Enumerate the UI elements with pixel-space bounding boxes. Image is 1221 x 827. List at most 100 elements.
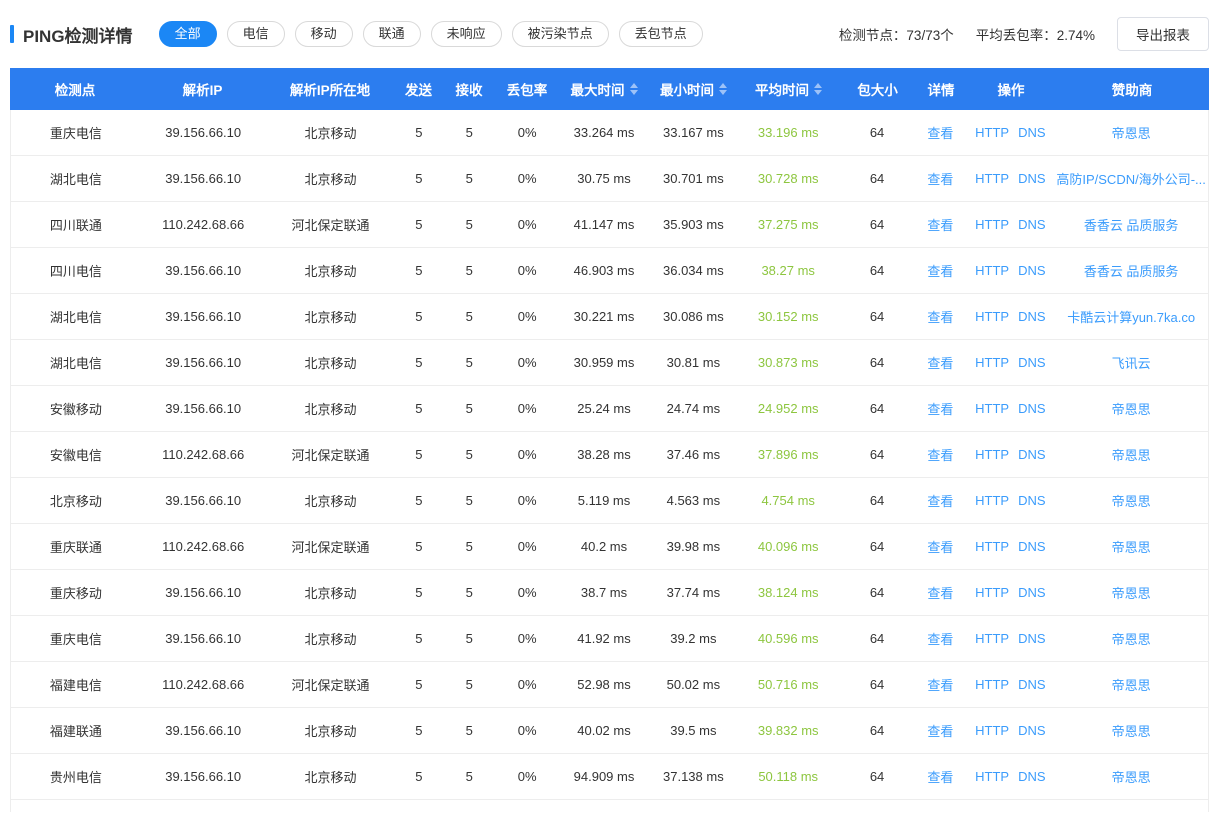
sponsor-link[interactable]: 香香云 品质服务 <box>1084 218 1179 233</box>
sponsor-cell: 帝恩思 <box>1054 445 1208 464</box>
dns-link[interactable]: DNS <box>1018 125 1045 140</box>
dns-link[interactable]: DNS <box>1018 447 1045 462</box>
http-link[interactable]: HTTP <box>975 447 1009 462</box>
sponsor-cell: 帝恩思 <box>1054 629 1208 648</box>
http-link[interactable]: HTTP <box>975 171 1009 186</box>
http-link[interactable]: HTTP <box>975 217 1009 232</box>
view-detail-link[interactable]: 查看 <box>927 770 953 785</box>
sort-up-arrow-icon <box>719 83 727 88</box>
filter-pill[interactable]: 移动 <box>294 21 353 47</box>
http-link[interactable]: HTTP <box>975 539 1009 554</box>
ip-cell: 110.242.68.66 <box>162 217 245 232</box>
min-time-cell: 24.74 ms <box>666 401 721 416</box>
filter-pill[interactable]: 全部 <box>158 21 217 47</box>
loss-rate-cell: 0% <box>517 401 537 416</box>
http-link[interactable]: HTTP <box>975 355 1009 370</box>
packet-size-cell: 64 <box>869 447 885 462</box>
node-cell: 重庆电信 <box>49 126 102 141</box>
http-link[interactable]: HTTP <box>975 125 1009 140</box>
dns-link[interactable]: DNS <box>1018 677 1045 692</box>
http-link[interactable]: HTTP <box>975 723 1009 738</box>
max-time-cell: 38.28 ms <box>577 447 631 462</box>
dns-link[interactable]: DNS <box>1018 171 1045 186</box>
filter-pill[interactable]: 未响应 <box>430 21 502 47</box>
http-link[interactable]: HTTP <box>975 263 1009 278</box>
sponsor-link[interactable]: 香香云 品质服务 <box>1084 264 1179 279</box>
http-link[interactable]: HTTP <box>975 769 1009 784</box>
sent-cell: 5 <box>415 493 423 508</box>
filter-pill[interactable]: 被污染节点 <box>511 21 609 47</box>
loss-rate-cell: 0% <box>517 309 537 324</box>
title-accent-bar <box>10 25 14 43</box>
dns-link[interactable]: DNS <box>1018 769 1045 784</box>
view-detail-link[interactable]: 查看 <box>927 402 953 417</box>
sponsor-link[interactable]: 帝恩思 <box>1112 586 1151 601</box>
column-header[interactable]: 最小时间 <box>650 68 737 110</box>
view-detail-link[interactable]: 查看 <box>927 540 953 555</box>
http-link[interactable]: HTTP <box>975 493 1009 508</box>
max-time-cell: 38.7 ms <box>580 585 628 600</box>
dns-link[interactable]: DNS <box>1018 217 1045 232</box>
dns-link[interactable]: DNS <box>1018 585 1045 600</box>
actions-cell: HTTP DNS <box>966 217 1054 232</box>
filter-pill[interactable]: 联通 <box>362 21 421 47</box>
min-time-cell: 36.034 ms <box>663 263 724 278</box>
sponsor-link[interactable]: 高防IP/SCDN/海外公司-... <box>1056 172 1206 187</box>
export-report-button[interactable]: 导出报表 <box>1117 17 1209 51</box>
avg-time-cell: 30.728 ms <box>757 171 819 186</box>
sponsor-link[interactable]: 帝恩思 <box>1112 126 1151 141</box>
view-detail-link[interactable]: 查看 <box>927 678 953 693</box>
dns-link[interactable]: DNS <box>1018 631 1045 646</box>
min-time-cell: 30.086 ms <box>663 309 724 324</box>
view-detail-link[interactable]: 查看 <box>927 632 953 647</box>
dns-link[interactable]: DNS <box>1018 539 1045 554</box>
sponsor-link[interactable]: 帝恩思 <box>1112 632 1151 647</box>
dns-link[interactable]: DNS <box>1018 723 1045 738</box>
view-detail-link[interactable]: 查看 <box>927 448 953 463</box>
column-header[interactable]: 最大时间 <box>558 68 650 110</box>
http-link[interactable]: HTTP <box>975 401 1009 416</box>
http-link[interactable]: HTTP <box>975 677 1009 692</box>
column-label: 检测点 <box>54 83 96 98</box>
view-detail-link[interactable]: 查看 <box>927 310 953 325</box>
sponsor-link[interactable]: 帝恩思 <box>1112 402 1151 417</box>
sort-icon[interactable] <box>814 83 822 95</box>
http-link[interactable]: HTTP <box>975 631 1009 646</box>
dns-link[interactable]: DNS <box>1018 401 1045 416</box>
view-detail-link[interactable]: 查看 <box>927 218 953 233</box>
http-link[interactable]: HTTP <box>975 309 1009 324</box>
filter-pill[interactable]: 丢包节点 <box>618 21 703 47</box>
sort-icon[interactable] <box>719 83 727 95</box>
column-label: 解析IP <box>182 83 223 98</box>
dns-link[interactable]: DNS <box>1018 263 1045 278</box>
dns-link[interactable]: DNS <box>1018 493 1045 508</box>
sponsor-link[interactable]: 帝恩思 <box>1112 540 1151 555</box>
avg-loss-rate-stat: 平均丢包率：2.74% <box>976 24 1095 44</box>
filter-pill[interactable]: 电信 <box>226 21 285 47</box>
column-label: 解析IP所在地 <box>289 83 371 98</box>
sponsor-link[interactable]: 帝恩思 <box>1112 494 1151 509</box>
view-detail-link[interactable]: 查看 <box>927 494 953 509</box>
sponsor-link[interactable]: 帝恩思 <box>1112 724 1151 739</box>
sort-icon[interactable] <box>629 83 638 95</box>
view-detail-link[interactable]: 查看 <box>927 172 953 187</box>
view-detail-link[interactable]: 查看 <box>927 356 953 371</box>
view-detail-link[interactable]: 查看 <box>927 126 953 141</box>
column-header[interactable]: 平均时间 <box>737 68 840 110</box>
packet-size-cell: 64 <box>869 723 885 738</box>
loss-rate-cell: 0% <box>517 631 537 646</box>
packet-size-cell: 64 <box>869 355 885 370</box>
view-detail-link[interactable]: 查看 <box>927 724 953 739</box>
sponsor-link[interactable]: 帝恩思 <box>1112 448 1151 463</box>
dns-link[interactable]: DNS <box>1018 309 1045 324</box>
sponsor-link[interactable]: 飞讯云 <box>1112 356 1151 371</box>
http-link[interactable]: HTTP <box>975 585 1009 600</box>
sponsor-link[interactable]: 卡酷云计算yun.7ka.co <box>1067 310 1195 325</box>
dns-link[interactable]: DNS <box>1018 355 1045 370</box>
node-cell: 福建电信 <box>49 678 102 693</box>
sponsor-link[interactable]: 帝恩思 <box>1112 678 1151 693</box>
sponsor-link[interactable]: 帝恩思 <box>1112 770 1151 785</box>
view-detail-link[interactable]: 查看 <box>927 586 953 601</box>
view-detail-link[interactable]: 查看 <box>927 264 953 279</box>
loss-rate-cell: 0% <box>517 217 537 232</box>
